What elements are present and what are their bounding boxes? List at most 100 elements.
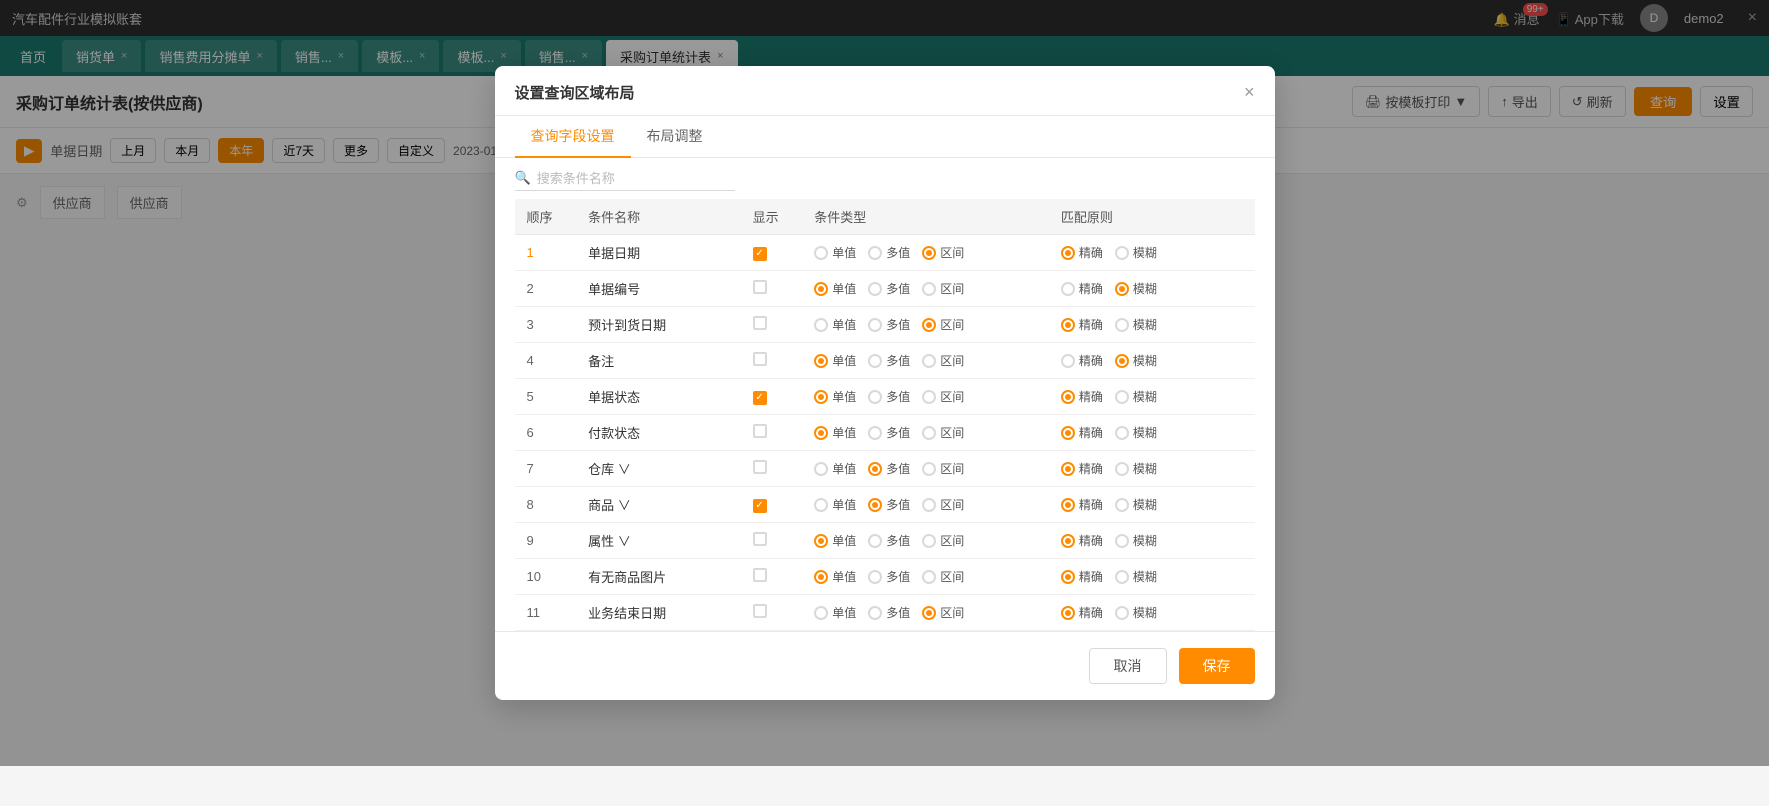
radio-match-模糊[interactable]: 模糊 [1115, 496, 1157, 513]
radio-match-精确[interactable]: 精确 [1061, 280, 1103, 297]
search-input[interactable] [537, 171, 735, 186]
row-checkbox[interactable] [753, 316, 767, 330]
row-checkbox[interactable] [753, 532, 767, 546]
table-row: 1单据日期单值多值区间精确模糊 [515, 235, 1255, 271]
radio-circle [922, 426, 936, 440]
dialog-search-area: 🔍 [495, 158, 1275, 199]
radio-match-精确[interactable]: 精确 [1061, 388, 1103, 405]
radio-circle [1115, 354, 1129, 368]
radio-circle [814, 534, 828, 548]
radio-match-精确[interactable]: 精确 [1061, 460, 1103, 477]
radio-cond-多值[interactable]: 多值 [868, 496, 910, 513]
radio-match-模糊[interactable]: 模糊 [1115, 532, 1157, 549]
dialog-tab-layout[interactable]: 布局调整 [631, 116, 719, 158]
radio-cond-区间[interactable]: 区间 [922, 388, 964, 405]
modal-overlay: 设置查询区域布局 × 查询字段设置 布局调整 🔍 顺序 [0, 0, 1769, 766]
radio-cond-多值[interactable]: 多值 [868, 280, 910, 297]
radio-cond-多值[interactable]: 多值 [868, 352, 910, 369]
radio-match-精确[interactable]: 精确 [1061, 604, 1103, 621]
radio-match-模糊[interactable]: 模糊 [1115, 244, 1157, 261]
save-button[interactable]: 保存 [1179, 648, 1255, 684]
row-checkbox[interactable] [753, 391, 767, 405]
table-row: 9属性 ∨单值多值区间精确模糊 [515, 523, 1255, 559]
radio-circle [868, 354, 882, 368]
dialog-close-btn[interactable]: × [1244, 82, 1255, 103]
radio-match-模糊[interactable]: 模糊 [1115, 388, 1157, 405]
radio-cond-单值[interactable]: 单值 [814, 568, 856, 585]
row-match-type: 精确模糊 [1049, 451, 1255, 487]
cancel-button[interactable]: 取消 [1089, 648, 1167, 684]
row-checkbox[interactable] [753, 460, 767, 474]
radio-cond-单值[interactable]: 单值 [814, 352, 856, 369]
row-checkbox[interactable] [753, 280, 767, 294]
radio-cond-区间[interactable]: 区间 [922, 424, 964, 441]
row-cond-type: 单值多值区间 [802, 595, 1049, 631]
radio-cond-单值[interactable]: 单值 [814, 532, 856, 549]
radio-match-精确[interactable]: 精确 [1061, 316, 1103, 333]
th-display: 显示 [741, 199, 803, 235]
radio-circle [868, 534, 882, 548]
radio-cond-区间[interactable]: 区间 [922, 496, 964, 513]
radio-cond-区间[interactable]: 区间 [922, 460, 964, 477]
row-checkbox-cell [741, 343, 803, 379]
radio-cond-区间[interactable]: 区间 [922, 244, 964, 261]
radio-cond-单值[interactable]: 单值 [814, 460, 856, 477]
radio-cond-区间[interactable]: 区间 [922, 532, 964, 549]
dialog-footer: 取消 保存 [495, 631, 1275, 700]
radio-cond-单值[interactable]: 单值 [814, 424, 856, 441]
radio-cond-单值[interactable]: 单值 [814, 280, 856, 297]
radio-cond-多值[interactable]: 多值 [868, 388, 910, 405]
radio-cond-单值[interactable]: 单值 [814, 316, 856, 333]
row-checkbox[interactable] [753, 604, 767, 618]
radio-cond-区间[interactable]: 区间 [922, 280, 964, 297]
table-row: 8商品 ∨单值多值区间精确模糊 [515, 487, 1255, 523]
row-match-type: 精确模糊 [1049, 559, 1255, 595]
row-cond-type: 单值多值区间 [802, 523, 1049, 559]
row-checkbox[interactable] [753, 352, 767, 366]
radio-match-模糊[interactable]: 模糊 [1115, 424, 1157, 441]
radio-circle [1115, 462, 1129, 476]
row-checkbox[interactable] [753, 499, 767, 513]
radio-cond-多值[interactable]: 多值 [868, 568, 910, 585]
table-row: 3预计到货日期单值多值区间精确模糊 [515, 307, 1255, 343]
radio-match-精确[interactable]: 精确 [1061, 352, 1103, 369]
radio-cond-多值[interactable]: 多值 [868, 604, 910, 621]
radio-circle [868, 246, 882, 260]
row-checkbox[interactable] [753, 247, 767, 261]
radio-match-精确[interactable]: 精确 [1061, 532, 1103, 549]
radio-match-模糊[interactable]: 模糊 [1115, 352, 1157, 369]
radio-cond-单值[interactable]: 单值 [814, 604, 856, 621]
row-cond-type: 单值多值区间 [802, 271, 1049, 307]
radio-cond-单值[interactable]: 单值 [814, 388, 856, 405]
radio-match-精确[interactable]: 精确 [1061, 496, 1103, 513]
radio-circle [922, 318, 936, 332]
radio-cond-单值[interactable]: 单值 [814, 496, 856, 513]
dialog-tab-fields[interactable]: 查询字段设置 [515, 116, 631, 158]
row-checkbox-cell [741, 595, 803, 631]
radio-cond-区间[interactable]: 区间 [922, 604, 964, 621]
radio-cond-多值[interactable]: 多值 [868, 460, 910, 477]
radio-match-模糊[interactable]: 模糊 [1115, 460, 1157, 477]
radio-match-模糊[interactable]: 模糊 [1115, 316, 1157, 333]
radio-match-模糊[interactable]: 模糊 [1115, 568, 1157, 585]
radio-cond-多值[interactable]: 多值 [868, 532, 910, 549]
radio-circle [1061, 390, 1075, 404]
radio-cond-单值[interactable]: 单值 [814, 244, 856, 261]
radio-cond-区间[interactable]: 区间 [922, 316, 964, 333]
radio-cond-多值[interactable]: 多值 [868, 424, 910, 441]
radio-match-模糊[interactable]: 模糊 [1115, 280, 1157, 297]
radio-cond-多值[interactable]: 多值 [868, 316, 910, 333]
radio-circle [1061, 426, 1075, 440]
radio-circle [1115, 570, 1129, 584]
radio-match-精确[interactable]: 精确 [1061, 568, 1103, 585]
radio-match-模糊[interactable]: 模糊 [1115, 604, 1157, 621]
radio-match-精确[interactable]: 精确 [1061, 244, 1103, 261]
radio-cond-多值[interactable]: 多值 [868, 244, 910, 261]
table-row: 10有无商品图片单值多值区间精确模糊 [515, 559, 1255, 595]
radio-cond-区间[interactable]: 区间 [922, 568, 964, 585]
row-checkbox[interactable] [753, 568, 767, 582]
row-checkbox[interactable] [753, 424, 767, 438]
radio-cond-区间[interactable]: 区间 [922, 352, 964, 369]
row-match-type: 精确模糊 [1049, 523, 1255, 559]
radio-match-精确[interactable]: 精确 [1061, 424, 1103, 441]
